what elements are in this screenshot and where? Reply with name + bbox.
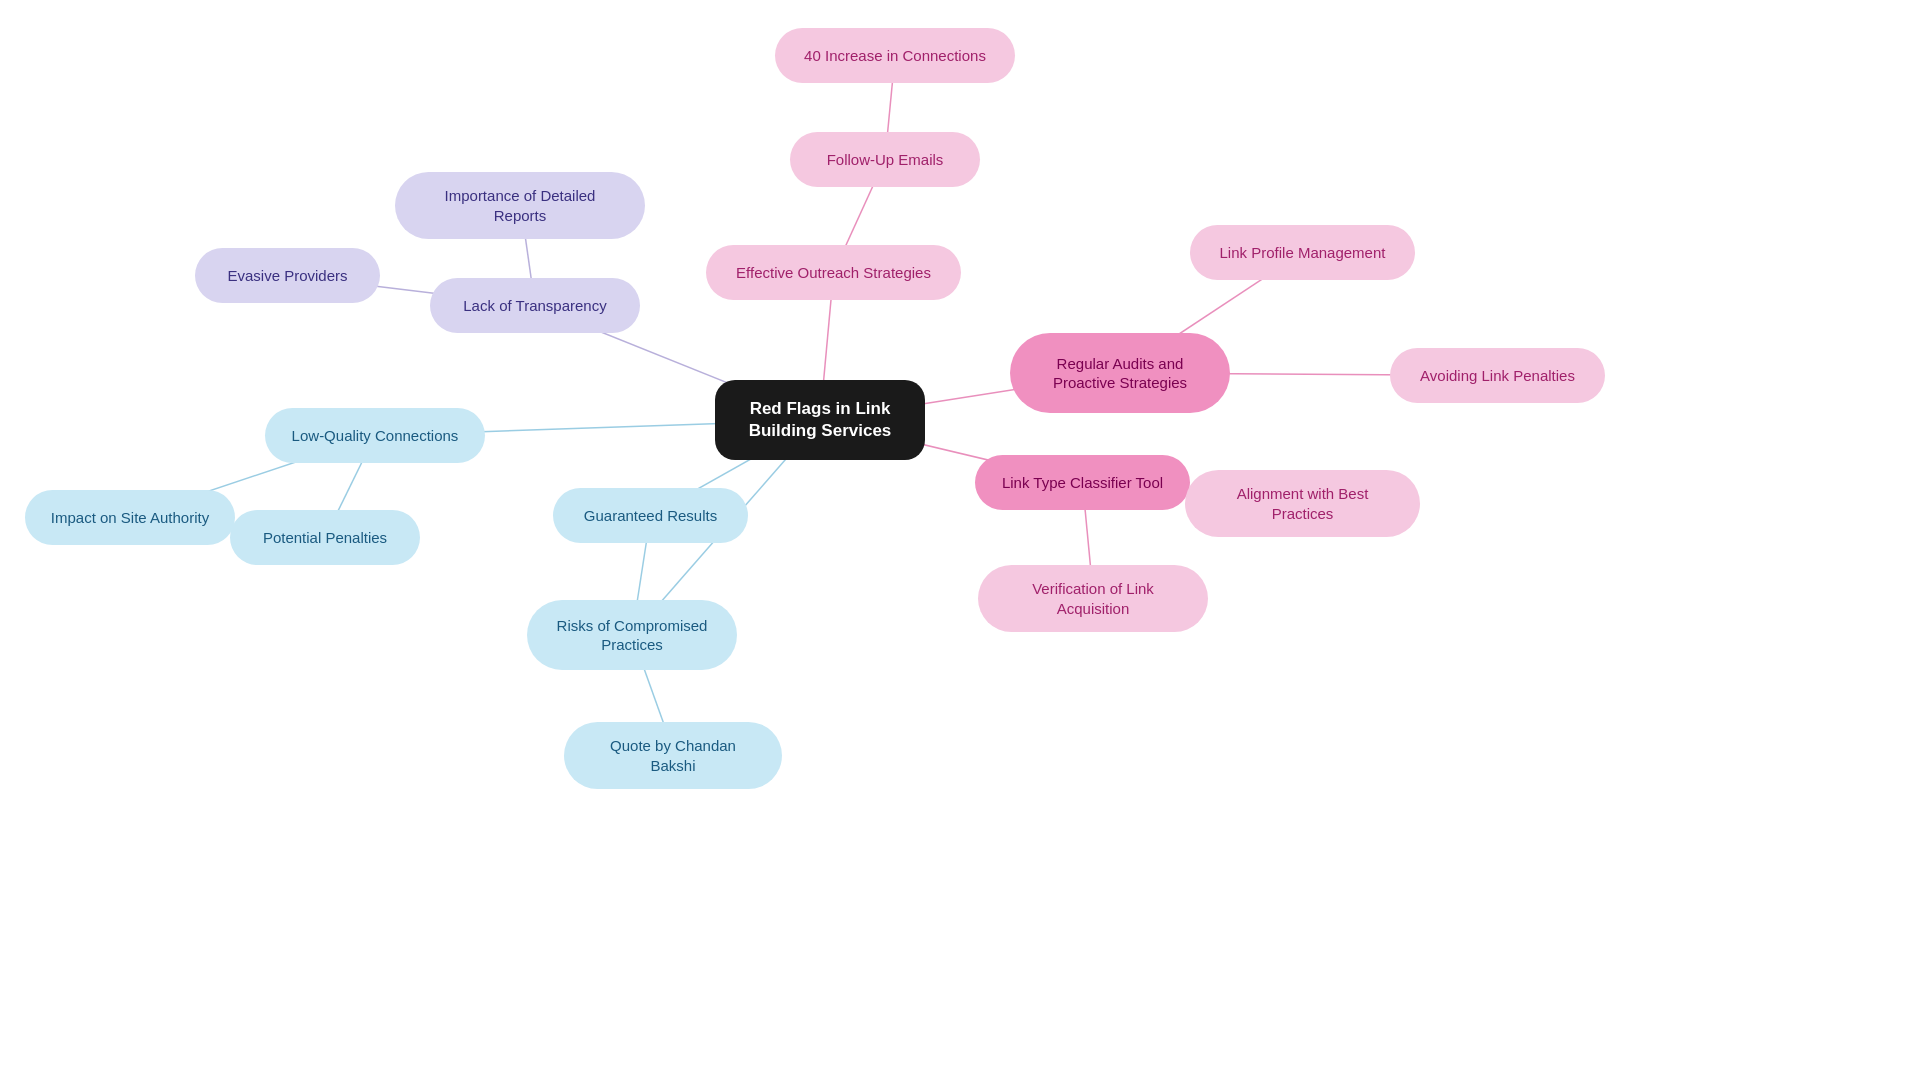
node-link_profile: Link Profile Management: [1190, 225, 1415, 280]
node-verification_link: Verification of Link Acquisition: [978, 565, 1208, 632]
node-increase_connections: 40 Increase in Connections: [775, 28, 1015, 83]
node-label-link_type_classifier: Link Type Classifier Tool: [1002, 473, 1163, 493]
node-label-guaranteed_results: Guaranteed Results: [584, 506, 717, 526]
node-potential_penalties: Potential Penalties: [230, 510, 420, 565]
node-link_type_classifier: Link Type Classifier Tool: [975, 455, 1190, 510]
node-label-lack_transparency: Lack of Transparency: [463, 296, 606, 316]
node-label-follow_up_emails: Follow-Up Emails: [827, 150, 944, 170]
node-center: Red Flags in Link Building Services: [715, 380, 925, 460]
node-label-verification_link: Verification of Link Acquisition: [1000, 579, 1186, 618]
node-label-avoiding_penalties: Avoiding Link Penalties: [1420, 366, 1575, 386]
node-importance_detailed: Importance of Detailed Reports: [395, 172, 645, 239]
node-label-potential_penalties: Potential Penalties: [263, 528, 387, 548]
node-alignment_best: Alignment with Best Practices: [1185, 470, 1420, 537]
node-guaranteed_results: Guaranteed Results: [553, 488, 748, 543]
node-label-increase_connections: 40 Increase in Connections: [804, 46, 986, 66]
node-lack_transparency: Lack of Transparency: [430, 278, 640, 333]
node-label-low_quality: Low-Quality Connections: [292, 426, 459, 446]
node-label-evasive_providers: Evasive Providers: [227, 266, 347, 286]
node-quote_chandan: Quote by Chandan Bakshi: [564, 722, 782, 789]
node-follow_up_emails: Follow-Up Emails: [790, 132, 980, 187]
node-label-regular_audits: Regular Audits and Proactive Strategies: [1032, 354, 1208, 393]
node-risks_compromised: Risks of Compromised Practices: [527, 600, 737, 670]
mindmap-container: Red Flags in Link Building Services 40 In…: [0, 0, 1920, 1083]
node-label-risks_compromised: Risks of Compromised Practices: [549, 616, 715, 655]
node-label-center: Red Flags in Link Building Services: [737, 398, 903, 442]
node-label-impact_site: Impact on Site Authority: [51, 508, 209, 528]
node-effective_outreach: Effective Outreach Strategies: [706, 245, 961, 300]
node-avoiding_penalties: Avoiding Link Penalties: [1390, 348, 1605, 403]
node-regular_audits: Regular Audits and Proactive Strategies: [1010, 333, 1230, 413]
node-label-quote_chandan: Quote by Chandan Bakshi: [586, 736, 760, 775]
node-label-effective_outreach: Effective Outreach Strategies: [736, 263, 931, 283]
node-impact_site: Impact on Site Authority: [25, 490, 235, 545]
node-label-importance_detailed: Importance of Detailed Reports: [417, 186, 623, 225]
node-evasive_providers: Evasive Providers: [195, 248, 380, 303]
node-label-link_profile: Link Profile Management: [1220, 243, 1386, 263]
node-low_quality: Low-Quality Connections: [265, 408, 485, 463]
node-label-alignment_best: Alignment with Best Practices: [1207, 484, 1398, 523]
